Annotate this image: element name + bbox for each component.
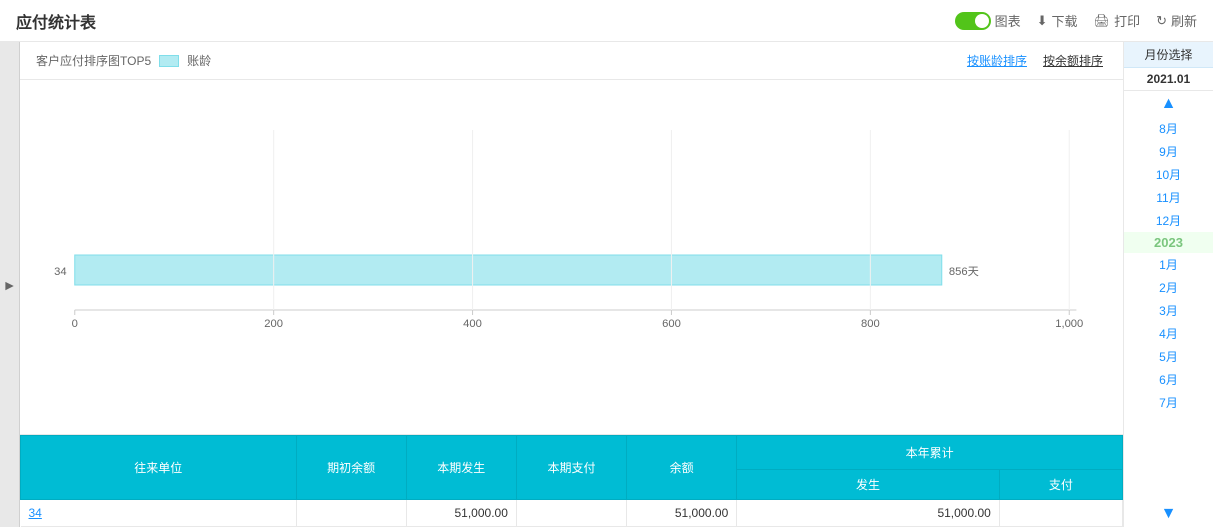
cell-balance: 51,000.00 [627, 500, 737, 527]
data-table: 往来单位 期初余额 本期发生 本期支付 余额 本年累计 发生 支付 [20, 435, 1123, 527]
svg-text:1,000: 1,000 [1055, 318, 1083, 330]
print-button[interactable]: 🖨 打印 [1094, 11, 1141, 30]
sidebar-year-2023[interactable]: 2023 [1124, 232, 1213, 253]
chart-toggle-action[interactable]: 图表 [955, 11, 1021, 30]
svg-text:0: 0 [72, 318, 78, 330]
sidebar-month-12[interactable]: 12月 [1124, 209, 1213, 232]
main-content: ► 客户应付排序图TOP5 账龄 按账龄排序 按余额排序 34 [0, 42, 1213, 527]
col-period-occur-header: 本期发生 [406, 436, 516, 500]
col-year-cumulative-header: 本年累计 [737, 436, 1123, 470]
chart-header: 客户应付排序图TOP5 账龄 按账龄排序 按余额排序 [20, 42, 1123, 80]
chart-svg-container: 34 856天 0 200 400 600 [20, 80, 1123, 434]
col-year-pay-header: 支付 [999, 470, 1122, 500]
sidebar-month-6[interactable]: 6月 [1124, 368, 1213, 391]
page-title: 应付统计表 [16, 9, 96, 33]
chart-label: 图表 [995, 11, 1021, 30]
sidebar-month-4[interactable]: 4月 [1124, 322, 1213, 345]
sidebar-nav-down[interactable]: ▼ [1124, 501, 1213, 527]
sidebar-months: 8月 9月 10月 11月 12月 2023 1月 2月 3月 4月 5月 6月… [1124, 117, 1213, 501]
print-label: 打印 [1114, 11, 1140, 30]
download-icon: ⬇ [1037, 13, 1048, 29]
chart-toggle[interactable] [955, 12, 991, 30]
table-wrapper: 往来单位 期初余额 本期发生 本期支付 余额 本年累计 发生 支付 [20, 435, 1123, 527]
cell-year-occur: 51,000.00 [737, 500, 1000, 527]
download-label: 下载 [1052, 11, 1078, 30]
sidebar-month-9[interactable]: 9月 [1124, 140, 1213, 163]
sidebar-month-3[interactable]: 3月 [1124, 299, 1213, 322]
col-period-balance-header: 期初余额 [296, 436, 406, 500]
bar-y-label: 34 [54, 266, 66, 278]
col-balance-header: 余额 [627, 436, 737, 500]
header-actions: 图表 ⬇ 下载 🖨 打印 ↻ 刷新 [955, 11, 1197, 30]
svg-text:200: 200 [264, 318, 283, 330]
sidebar-expand-btn[interactable]: ► [0, 42, 20, 527]
legend-title: 客户应付排序图TOP5 [36, 52, 151, 69]
print-icon: 🖨 [1094, 13, 1111, 29]
table-body: 34 51,000.00 51,000.00 51,000.00 [21, 500, 1123, 527]
refresh-button[interactable]: ↻ 刷新 [1156, 11, 1197, 30]
chart-legend: 客户应付排序图TOP5 账龄 [36, 52, 211, 69]
sidebar-month-5[interactable]: 5月 [1124, 345, 1213, 368]
cell-period-pay [516, 500, 626, 527]
app-container: 应付统计表 图表 ⬇ 下载 🖨 打印 ↻ [0, 0, 1213, 527]
cell-unit[interactable]: 34 [21, 500, 297, 527]
sidebar: 月份选择 2021.01 ▲ 8月 9月 10月 11月 12月 2023 1月… [1123, 42, 1213, 527]
svg-text:400: 400 [463, 318, 482, 330]
svg-text:800: 800 [861, 318, 880, 330]
cell-year-pay [999, 500, 1122, 527]
sort-by-balance-btn[interactable]: 按账龄排序 [963, 50, 1031, 71]
sidebar-date-display: 2021.01 [1124, 68, 1213, 91]
cell-period-balance [296, 500, 406, 527]
col-period-pay-header: 本期支付 [516, 436, 626, 500]
chart-sort-buttons: 按账龄排序 按余额排序 [963, 50, 1107, 71]
table-row: 34 51,000.00 51,000.00 51,000.00 [21, 500, 1123, 527]
legend-color-box [159, 55, 179, 67]
sidebar-month-11[interactable]: 11月 [1124, 186, 1213, 209]
sidebar-month-2[interactable]: 2月 [1124, 276, 1213, 299]
sidebar-month-7[interactable]: 7月 [1124, 391, 1213, 414]
bar-value-label: 856天 [949, 266, 979, 278]
chart-svg: 34 856天 0 200 400 600 [36, 90, 1107, 350]
cell-period-occur: 51,000.00 [406, 500, 516, 527]
chart-area: 客户应付排序图TOP5 账龄 按账龄排序 按余额排序 34 856天 [20, 42, 1123, 527]
sort-by-amount-btn[interactable]: 按余额排序 [1039, 50, 1107, 71]
bar-rect [75, 255, 942, 285]
sidebar-header: 月份选择 [1124, 42, 1213, 68]
refresh-label: 刷新 [1171, 11, 1197, 30]
table-area: 往来单位 期初余额 本期发生 本期支付 余额 本年累计 发生 支付 [20, 434, 1123, 527]
header: 应付统计表 图表 ⬇ 下载 🖨 打印 ↻ [0, 0, 1213, 42]
sidebar-nav-up[interactable]: ▲ [1124, 91, 1213, 117]
sidebar-month-1[interactable]: 1月 [1124, 253, 1213, 276]
col-year-occur-header: 发生 [737, 470, 1000, 500]
table-header-row: 往来单位 期初余额 本期发生 本期支付 余额 本年累计 [21, 436, 1123, 470]
sidebar-month-8[interactable]: 8月 [1124, 117, 1213, 140]
legend-color-label: 账龄 [187, 52, 211, 69]
col-unit-header: 往来单位 [21, 436, 297, 500]
sidebar-month-10[interactable]: 10月 [1124, 163, 1213, 186]
svg-text:600: 600 [662, 318, 681, 330]
download-button[interactable]: ⬇ 下载 [1037, 11, 1078, 30]
refresh-icon: ↻ [1156, 13, 1167, 29]
